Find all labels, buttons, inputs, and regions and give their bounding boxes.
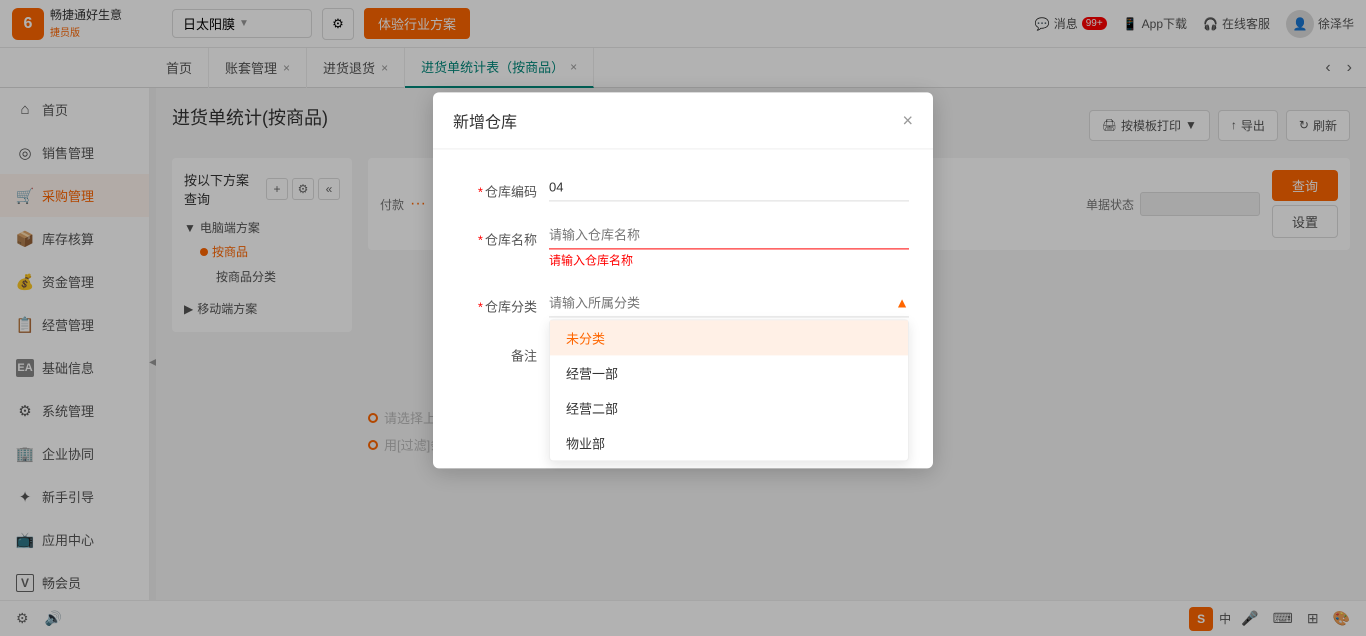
category-input[interactable]	[549, 295, 895, 310]
category-wrap: ▲ 未分类 经营一部 经营二部 物业部	[549, 288, 909, 317]
modal-header: 新增仓库 ×	[433, 92, 933, 149]
name-field-row: 仓库名称 请输入仓库名称	[457, 221, 909, 268]
category-dropdown: 未分类 经营一部 经营二部 物业部	[549, 319, 909, 461]
name-error-msg: 请输入仓库名称	[549, 251, 909, 268]
name-label: 仓库名称	[457, 221, 537, 248]
category-label: 仓库分类	[457, 288, 537, 315]
modal-close-button[interactable]: ×	[902, 110, 913, 131]
category-chevron-up-icon[interactable]: ▲	[895, 294, 909, 310]
code-field-row: 仓库编码	[457, 173, 909, 201]
dropdown-item-ops1[interactable]: 经营一部	[550, 355, 908, 390]
category-input-container: ▲	[549, 288, 909, 317]
code-wrap	[549, 173, 909, 201]
code-label: 仓库编码	[457, 173, 537, 200]
add-warehouse-modal: 新增仓库 × 仓库编码 仓库名称 请输入仓库名称 仓库分类 ▲	[433, 92, 933, 468]
dropdown-item-unclassified[interactable]: 未分类	[550, 320, 908, 355]
remark-label: 备注	[457, 337, 537, 364]
modal-body: 仓库编码 仓库名称 请输入仓库名称 仓库分类 ▲ 未分类	[433, 149, 933, 401]
name-input[interactable]	[549, 221, 909, 249]
code-input[interactable]	[549, 173, 909, 201]
name-wrap: 请输入仓库名称	[549, 221, 909, 268]
dropdown-item-property[interactable]: 物业部	[550, 425, 908, 460]
modal-title: 新增仓库	[453, 108, 517, 132]
dropdown-item-ops2[interactable]: 经营二部	[550, 390, 908, 425]
category-field-row: 仓库分类 ▲ 未分类 经营一部 经营二部 物业部	[457, 288, 909, 317]
